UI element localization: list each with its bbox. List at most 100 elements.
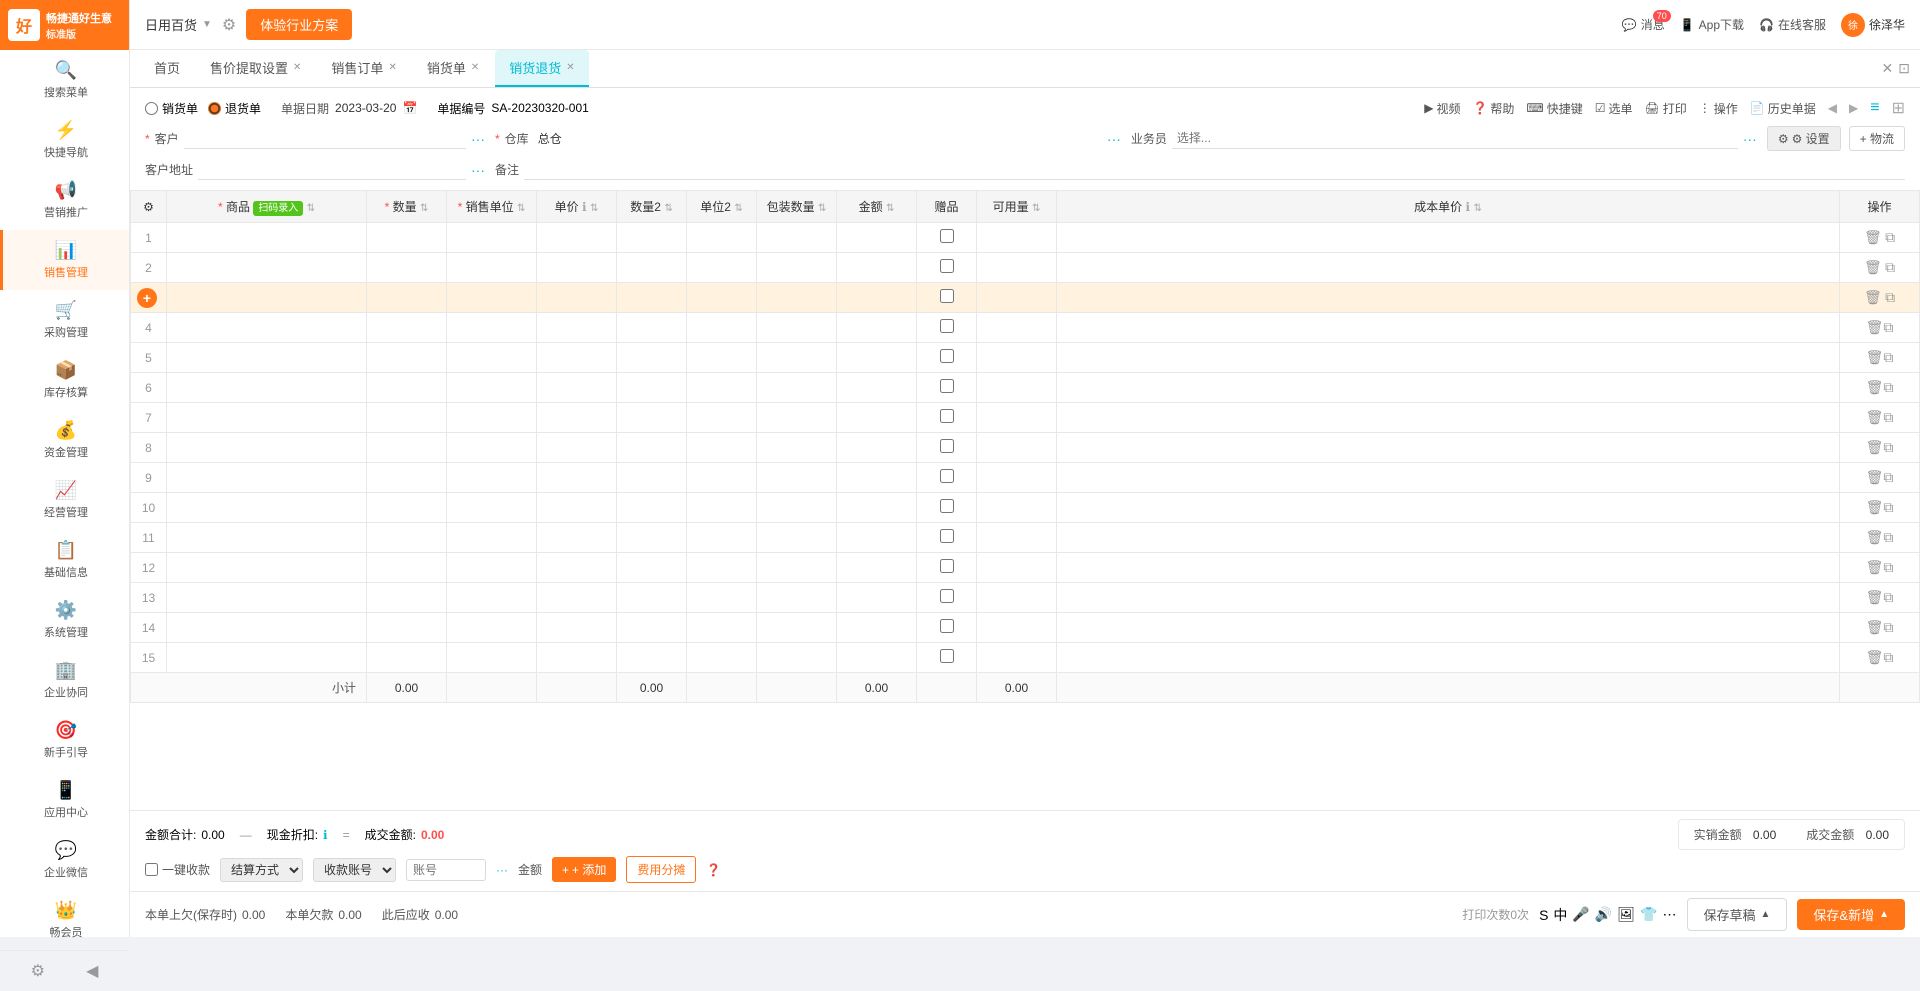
- delete-row-button[interactable]: 🗑: [1866, 589, 1884, 606]
- customer-dots-icon[interactable]: ···: [471, 131, 485, 147]
- unit2-cell[interactable]: [687, 253, 757, 283]
- tab-price-setting[interactable]: 售价提取设置 ✕: [196, 50, 315, 87]
- amount-cell[interactable]: [837, 223, 917, 253]
- delete-row-button[interactable]: 🗑: [1864, 289, 1882, 306]
- sidebar-item-member[interactable]: 👑 畅会员: [0, 890, 129, 950]
- tab-close-all-icon[interactable]: ✕: [1882, 60, 1894, 77]
- delete-row-button[interactable]: 🗑: [1864, 229, 1882, 246]
- salesperson-dots-icon[interactable]: ···: [1743, 131, 1757, 147]
- tab-sales-delivery[interactable]: 销货单 ✕: [413, 50, 493, 87]
- delete-row-button[interactable]: 🗑: [1866, 559, 1884, 576]
- address-input[interactable]: [198, 159, 466, 180]
- copy-row-button[interactable]: ⧉: [1883, 409, 1893, 426]
- gift-checkbox[interactable]: [940, 439, 954, 453]
- sidebar-item-finance[interactable]: 💰 资金管理: [0, 410, 129, 470]
- user-menu[interactable]: 徐 徐泽华: [1841, 13, 1905, 37]
- nav-prev-icon[interactable]: ◀: [1828, 101, 1837, 115]
- sidebar-item-enterprise[interactable]: 🏢 企业协同: [0, 650, 129, 710]
- pack-qty-cell[interactable]: [757, 283, 837, 313]
- qty2-cell[interactable]: [617, 283, 687, 313]
- toolbar-history-btn[interactable]: 📄 历史单据: [1750, 100, 1816, 117]
- copy-row-button[interactable]: ⧉: [1883, 559, 1893, 576]
- table-settings-icon[interactable]: ⚙: [143, 200, 154, 214]
- toolbar-help-btn[interactable]: ❓ 帮助: [1472, 100, 1514, 117]
- gift-cell[interactable]: [917, 223, 977, 253]
- message-button[interactable]: 💬 消息 70: [1622, 16, 1665, 33]
- doc-settings-button[interactable]: ⚙ ⚙ 设置: [1767, 126, 1841, 151]
- qty2-cell[interactable]: [617, 253, 687, 283]
- gift-checkbox[interactable]: [940, 259, 954, 273]
- cost-price-cell[interactable]: [1057, 283, 1840, 313]
- sidebar-item-basic[interactable]: 📋 基础信息: [0, 530, 129, 590]
- gift-checkbox[interactable]: [940, 289, 954, 303]
- account-select[interactable]: 收款账号: [313, 858, 396, 882]
- unit2-sort-icon[interactable]: ⇅: [734, 203, 742, 214]
- gift-checkbox[interactable]: [940, 529, 954, 543]
- product-cell[interactable]: [167, 253, 367, 283]
- copy-row-button[interactable]: ⧉: [1883, 529, 1893, 546]
- qty-cell[interactable]: [367, 283, 447, 313]
- sidebar-item-purchase[interactable]: 🛒 采购管理: [0, 290, 129, 350]
- gift-checkbox[interactable]: [940, 589, 954, 603]
- delete-row-button[interactable]: 🗑: [1866, 379, 1884, 396]
- toolbar-select-btn[interactable]: ☑ 选单: [1595, 100, 1633, 117]
- delete-row-button[interactable]: 🗑: [1866, 649, 1884, 666]
- delete-row-button[interactable]: 🗑: [1866, 619, 1884, 636]
- sidebar-item-search[interactable]: 🔍 搜索菜单: [0, 50, 129, 110]
- save-draft-button[interactable]: 保存草稿 ▲: [1687, 898, 1788, 931]
- copy-row-button[interactable]: ⧉: [1885, 229, 1895, 246]
- copy-row-button[interactable]: ⧉: [1883, 349, 1893, 366]
- sidebar-settings-icon[interactable]: ⚙: [31, 961, 45, 981]
- gift-checkbox[interactable]: [940, 229, 954, 243]
- cost-sort-icon[interactable]: ⇅: [1473, 203, 1481, 214]
- add-logistics-button[interactable]: + 物流: [1849, 126, 1905, 151]
- copy-row-button[interactable]: ⧉: [1883, 499, 1893, 516]
- tab-sales-return[interactable]: 销货退货 ✕: [495, 50, 588, 87]
- gift-checkbox[interactable]: [940, 409, 954, 423]
- unit-cell[interactable]: [447, 253, 537, 283]
- gift-checkbox[interactable]: [940, 319, 954, 333]
- sidebar-item-appstore[interactable]: 📱 应用中心: [0, 770, 129, 830]
- tab-order-close-icon[interactable]: ✕: [388, 62, 396, 73]
- account-num-input[interactable]: [406, 859, 486, 881]
- copy-row-button[interactable]: ⧉: [1883, 589, 1893, 606]
- cost-split-button[interactable]: 费用分摊: [626, 856, 696, 883]
- pack-sort-icon[interactable]: ⇅: [818, 203, 826, 214]
- toolbar-shortcut-btn[interactable]: ⌨ 快捷键: [1526, 100, 1582, 117]
- qty2-sort-icon[interactable]: ⇅: [664, 203, 672, 214]
- qty2-cell[interactable]: [617, 223, 687, 253]
- product-cell[interactable]: [167, 223, 367, 253]
- payment-checkbox-input[interactable]: [145, 863, 158, 876]
- amount-sort-icon[interactable]: ⇅: [886, 203, 894, 214]
- save-new-button[interactable]: 保存&新增 ▲: [1797, 899, 1905, 930]
- add-row-button[interactable]: +: [137, 288, 157, 308]
- delete-row-button[interactable]: 🗑: [1866, 409, 1884, 426]
- toolbar-video-btn[interactable]: ▶ 视频: [1424, 100, 1460, 117]
- available-cell[interactable]: [977, 253, 1057, 283]
- sidebar-item-weixin[interactable]: 💬 企业微信: [0, 830, 129, 890]
- online-service-button[interactable]: 🎧 在线客服: [1759, 16, 1826, 33]
- amount-cell[interactable]: [837, 283, 917, 313]
- price-cell[interactable]: [537, 283, 617, 313]
- gift-checkbox[interactable]: [940, 349, 954, 363]
- unit-sort-icon[interactable]: ⇅: [517, 203, 525, 214]
- calendar-icon[interactable]: 📅: [402, 101, 417, 115]
- view-grid-icon[interactable]: ⊞: [1892, 98, 1905, 118]
- pack-qty-cell[interactable]: [757, 223, 837, 253]
- salesperson-input[interactable]: [1172, 128, 1738, 149]
- product-sort-icon[interactable]: ⇅: [307, 203, 315, 214]
- scan-button[interactable]: 扫码录入: [253, 201, 303, 216]
- copy-row-button[interactable]: ⧉: [1883, 319, 1893, 336]
- gift-checkbox[interactable]: [940, 559, 954, 573]
- gift-checkbox[interactable]: [940, 649, 954, 663]
- delete-row-button[interactable]: 🗑: [1866, 439, 1884, 456]
- price-cell[interactable]: [537, 253, 617, 283]
- sidebar-item-shortcut[interactable]: ⚡ 快捷导航: [0, 110, 129, 170]
- tab-return-close-icon[interactable]: ✕: [566, 62, 574, 73]
- calc-hint-icon[interactable]: ℹ: [323, 828, 328, 842]
- unit-cell[interactable]: [447, 283, 537, 313]
- sidebar-item-operation[interactable]: 📈 经营管理: [0, 470, 129, 530]
- radio-delivery[interactable]: 销货单: [145, 100, 198, 117]
- delete-row-button[interactable]: 🗑: [1866, 349, 1884, 366]
- copy-row-button[interactable]: ⧉: [1883, 649, 1893, 666]
